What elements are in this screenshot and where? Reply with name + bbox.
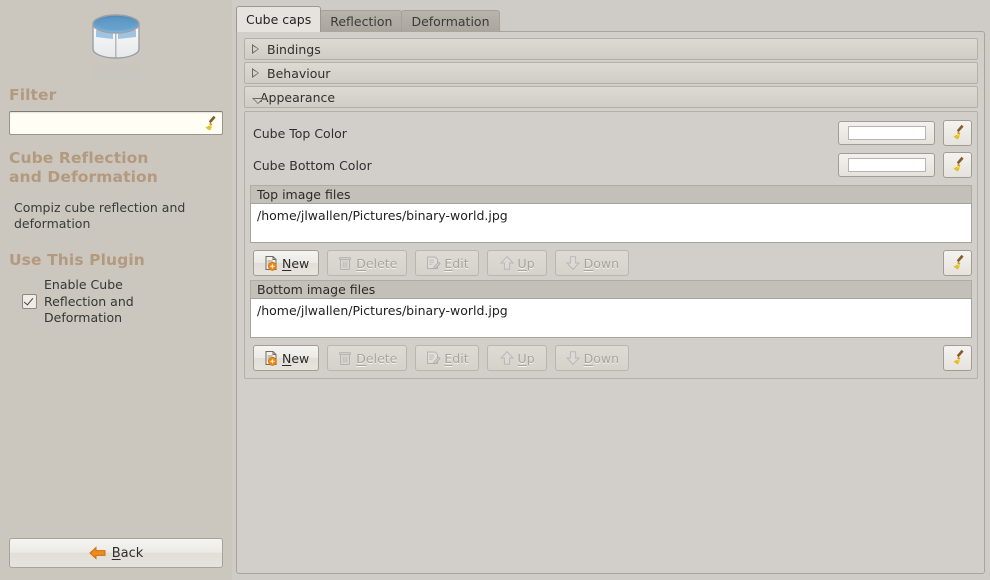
filter-row bbox=[9, 111, 223, 135]
broom-icon bbox=[949, 155, 967, 176]
bottom-new-button-label: New bbox=[282, 350, 310, 366]
plugin-title-line2: and Deformation bbox=[9, 167, 158, 186]
compiz-cube-reflection-icon bbox=[80, 6, 152, 101]
top-down-button-label: Down bbox=[583, 255, 620, 271]
sidebar: Filter Cube Reflection and Deformation C… bbox=[0, 0, 232, 580]
bottom-up-button[interactable]: Up bbox=[486, 345, 547, 371]
back-button-label: Back bbox=[111, 545, 144, 561]
cube-bottom-color-swatch bbox=[847, 158, 926, 172]
expander-behaviour-label: Behaviour bbox=[267, 65, 331, 81]
tab-bar: Cube caps Reflection Deformation bbox=[236, 6, 500, 32]
top-delete-button[interactable]: Delete bbox=[327, 250, 408, 276]
cube-bottom-color-reset-button[interactable] bbox=[943, 152, 972, 178]
expander-bindings-label: Bindings bbox=[267, 41, 321, 57]
broom-icon bbox=[949, 123, 967, 144]
bottom-edit-button[interactable]: Edit bbox=[415, 345, 479, 371]
plugin-description: Compiz cube reflection and deformation bbox=[14, 199, 186, 232]
cube-top-color-label: Cube Top Color bbox=[253, 125, 347, 141]
arrow-down-icon bbox=[565, 255, 581, 271]
bottom-delete-button[interactable]: Delete bbox=[327, 345, 408, 371]
new-file-icon bbox=[263, 255, 279, 271]
cube-bottom-color-button[interactable] bbox=[838, 153, 935, 177]
broom-icon bbox=[949, 348, 967, 369]
bottom-down-button[interactable]: Down bbox=[554, 345, 630, 371]
arrow-down-icon bbox=[565, 350, 581, 366]
top-image-files-reset-button[interactable] bbox=[943, 250, 972, 276]
tab-deformation[interactable]: Deformation bbox=[401, 10, 500, 32]
bottom-edit-button-label: Edit bbox=[444, 350, 469, 366]
enable-plugin-row[interactable]: Enable Cube Reflection and Deformation bbox=[0, 275, 232, 327]
top-edit-button-label: Edit bbox=[444, 255, 469, 271]
cube-top-color-button[interactable] bbox=[838, 121, 935, 145]
bottom-image-files-reset-button[interactable] bbox=[943, 345, 972, 371]
top-edit-button[interactable]: Edit bbox=[415, 250, 479, 276]
broom-icon bbox=[949, 253, 967, 274]
new-file-icon bbox=[263, 350, 279, 366]
bottom-image-files-button-row: New Delete Edit Up Down bbox=[250, 345, 972, 371]
bottom-new-button[interactable]: New bbox=[253, 345, 320, 371]
cube-top-color-reset-button[interactable] bbox=[943, 120, 972, 146]
edit-icon bbox=[425, 350, 442, 366]
chevron-right-icon bbox=[252, 44, 259, 54]
chevron-right-icon bbox=[252, 68, 259, 78]
top-image-files-header: Top image files bbox=[250, 185, 972, 203]
setting-row-cube-top-color: Cube Top Color bbox=[250, 117, 972, 149]
ccsm-plugin-window: Filter Cube Reflection and Deformation C… bbox=[0, 0, 990, 580]
back-button[interactable]: Back bbox=[9, 538, 223, 568]
bottom-image-files-section: Bottom image files /home/jlwallen/Pictur… bbox=[250, 280, 972, 371]
arrow-up-icon bbox=[499, 255, 515, 271]
main-panel: Cube caps Reflection Deformation Binding… bbox=[232, 0, 990, 580]
top-up-button[interactable]: Up bbox=[486, 250, 547, 276]
top-image-files-section: Top image files /home/jlwallen/Pictures/… bbox=[250, 185, 972, 276]
expander-behaviour[interactable]: Behaviour bbox=[244, 62, 978, 84]
cube-bottom-color-label: Cube Bottom Color bbox=[253, 157, 372, 173]
bottom-down-button-label: Down bbox=[583, 350, 620, 366]
broom-icon[interactable] bbox=[201, 114, 219, 132]
expander-appearance-label: Appearance bbox=[260, 89, 336, 105]
trash-icon bbox=[337, 350, 353, 366]
tab-reflection[interactable]: Reflection bbox=[320, 10, 403, 32]
use-this-plugin-heading: Use This Plugin bbox=[9, 251, 145, 270]
search-input[interactable] bbox=[9, 111, 223, 135]
appearance-section-body: Cube Top Color Cube Bottom Color Top ima… bbox=[244, 111, 978, 379]
enable-plugin-label: Enable Cube Reflection and Deformation bbox=[44, 277, 134, 326]
bottom-image-files-list[interactable]: /home/jlwallen/Pictures/binary-world.jpg bbox=[250, 298, 972, 338]
setting-row-cube-bottom-color: Cube Bottom Color bbox=[250, 149, 972, 181]
cube-top-color-swatch bbox=[847, 126, 926, 140]
list-item[interactable]: /home/jlwallen/Pictures/binary-world.jpg bbox=[257, 208, 965, 224]
bottom-up-button-label: Up bbox=[517, 350, 535, 366]
trash-icon bbox=[337, 255, 353, 271]
edit-icon bbox=[425, 255, 442, 271]
top-new-button[interactable]: New bbox=[253, 250, 320, 276]
top-image-files-list[interactable]: /home/jlwallen/Pictures/binary-world.jpg bbox=[250, 203, 972, 243]
filter-heading: Filter bbox=[9, 86, 57, 104]
plugin-title: Cube Reflection and Deformation bbox=[0, 135, 232, 187]
enable-plugin-checkbox[interactable] bbox=[22, 294, 37, 310]
arrow-up-icon bbox=[499, 350, 515, 366]
top-image-files-button-row: New Delete Edit Up Down bbox=[250, 250, 972, 276]
expander-appearance[interactable]: Appearance bbox=[244, 86, 978, 108]
plugin-icon-container bbox=[0, 0, 232, 101]
top-new-button-label: New bbox=[282, 255, 310, 271]
left-arrow-icon bbox=[88, 546, 106, 560]
bottom-delete-button-label: Delete bbox=[356, 350, 398, 366]
top-up-button-label: Up bbox=[517, 255, 535, 271]
top-delete-button-label: Delete bbox=[356, 255, 398, 271]
list-item[interactable]: /home/jlwallen/Pictures/binary-world.jpg bbox=[257, 303, 965, 319]
top-down-button[interactable]: Down bbox=[554, 250, 630, 276]
plugin-title-line1: Cube Reflection bbox=[9, 149, 149, 167]
expander-bindings[interactable]: Bindings bbox=[244, 38, 978, 60]
tab-cube-caps[interactable]: Cube caps bbox=[236, 6, 322, 32]
bottom-image-files-header: Bottom image files bbox=[250, 280, 972, 298]
tab-content-cube-caps: Bindings Behaviour Appearance Cube Top C… bbox=[236, 31, 985, 574]
